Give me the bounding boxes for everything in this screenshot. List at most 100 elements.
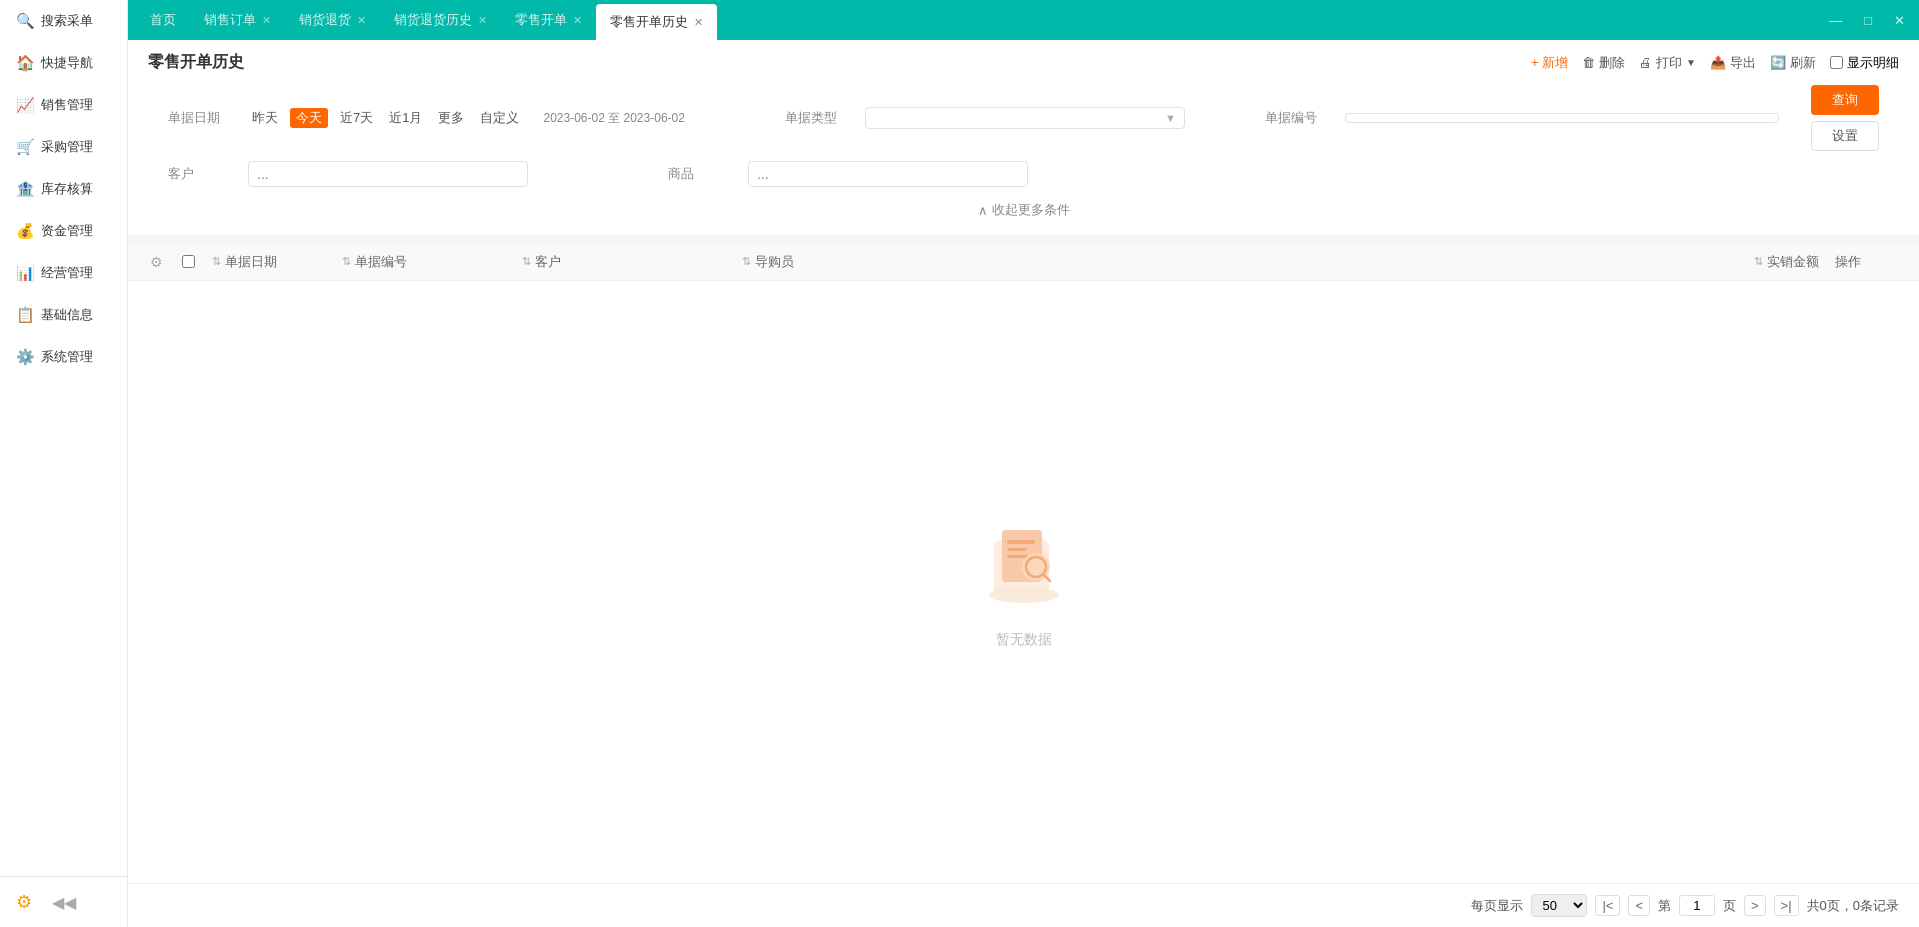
window-maximize[interactable]: □: [1858, 13, 1878, 28]
sidebar-item-sys-mgmt[interactable]: ⚙️ 系统管理: [0, 336, 127, 378]
date-opt-custom[interactable]: 自定义: [476, 108, 523, 128]
basic-info-icon: 📋: [16, 306, 35, 324]
page-title-row: 零售开单历史 + 新增 🗑 删除 🖨 打印 ▼ 📤 导出: [148, 52, 1899, 73]
tab-retail-open-hist-label: 零售开单历史: [610, 13, 688, 31]
tab-sales-return-close[interactable]: ✕: [357, 14, 366, 27]
inventory-icon: 🏦: [16, 180, 35, 198]
tab-sales-order-close[interactable]: ✕: [262, 14, 271, 27]
sys-icon: ⚙️: [16, 348, 35, 366]
select-all-checkbox-cell[interactable]: [172, 255, 204, 268]
filter-area: 单据日期 昨天 今天 近7天 近1月 更多 自定义 2023-06-02 至 2…: [148, 85, 1899, 235]
settings-button[interactable]: 设置: [1811, 121, 1879, 151]
th-guide[interactable]: ⇅ 导购员: [734, 253, 884, 271]
refresh-button[interactable]: 🔄 刷新: [1770, 54, 1816, 72]
collapse-icon[interactable]: ◀◀: [52, 893, 76, 912]
page-label: 第: [1658, 897, 1671, 915]
window-minimize[interactable]: —: [1823, 13, 1848, 28]
tab-sales-return-hist[interactable]: 销货退货历史 ✕: [380, 0, 501, 40]
sidebar-item-quick-nav[interactable]: 🏠 快捷导航: [0, 42, 127, 84]
sidebar-search-label: 搜索采单: [41, 12, 93, 30]
doc-num-input[interactable]: [1345, 113, 1779, 123]
select-all-checkbox[interactable]: [182, 255, 195, 268]
collapse-label: 收起更多条件: [992, 201, 1070, 219]
refresh-icon: 🔄: [1770, 55, 1786, 70]
sidebar-item-label: 系统管理: [41, 348, 93, 366]
date-opt-today[interactable]: 今天: [290, 108, 328, 128]
sort-icon-num: ⇅: [342, 255, 351, 268]
sidebar-item-inventory[interactable]: 🏦 库存核算: [0, 168, 127, 210]
tab-sales-order-label: 销售订单: [204, 11, 256, 29]
customer-input[interactable]: ...: [248, 161, 528, 187]
tab-retail-open-close[interactable]: ✕: [573, 14, 582, 27]
tab-home[interactable]: 首页: [136, 0, 190, 40]
tab-retail-open-hist-close[interactable]: ✕: [694, 16, 703, 29]
window-close[interactable]: ✕: [1888, 13, 1911, 28]
th-op-label: 操作: [1835, 253, 1861, 271]
print-label: 打印: [1656, 54, 1682, 72]
per-page-select[interactable]: 50 100 200: [1531, 894, 1587, 917]
table-settings[interactable]: ⚙: [140, 254, 172, 270]
svg-rect-4: [1007, 548, 1027, 551]
display-detail-checkbox[interactable]: [1830, 56, 1843, 69]
tab-retail-open[interactable]: 零售开单 ✕: [501, 0, 596, 40]
sidebar-item-purchase-mgmt[interactable]: 🛒 采购管理: [0, 126, 127, 168]
sidebar-item-sales-mgmt[interactable]: 📈 销售管理: [0, 84, 127, 126]
export-button[interactable]: 📤 导出: [1710, 54, 1756, 72]
prev-page-btn[interactable]: <: [1628, 895, 1650, 916]
sales-icon: 📈: [16, 96, 35, 114]
tab-retail-open-hist[interactable]: 零售开单历史 ✕: [596, 4, 717, 40]
th-guide-label: 导购员: [755, 253, 794, 271]
tab-sales-return-hist-label: 销货退货历史: [394, 11, 472, 29]
th-amount[interactable]: ⇅ 实销金额: [1707, 253, 1827, 271]
tab-sales-return[interactable]: 销货退货 ✕: [285, 0, 380, 40]
doc-type-select[interactable]: ▼: [865, 107, 1185, 129]
print-button[interactable]: 🖨 打印 ▼: [1639, 54, 1696, 72]
per-page-label: 每页显示: [1471, 897, 1523, 915]
filter-row-2: 客户 ... 商品 ...: [168, 161, 1879, 187]
date-opt-7days[interactable]: 近7天: [336, 108, 377, 128]
sidebar-item-label: 经营管理: [41, 264, 93, 282]
date-opt-1month[interactable]: 近1月: [385, 108, 426, 128]
add-button[interactable]: + 新增: [1531, 54, 1568, 72]
settings-icon[interactable]: ⚙: [16, 891, 32, 913]
tab-sales-return-hist-close[interactable]: ✕: [478, 14, 487, 27]
th-amount-label: 实销金额: [1767, 253, 1819, 271]
sidebar-item-finance[interactable]: 💰 资金管理: [0, 210, 127, 252]
export-label: 导出: [1730, 54, 1756, 72]
home-icon: 🏠: [16, 54, 35, 72]
tab-home-label: 首页: [150, 11, 176, 29]
page-input[interactable]: [1679, 895, 1715, 916]
th-date[interactable]: ⇅ 单据日期: [204, 253, 334, 271]
export-icon: 📤: [1710, 55, 1726, 70]
total-text: 共0页，0条记录: [1807, 897, 1899, 915]
first-page-btn[interactable]: |<: [1595, 895, 1620, 916]
sort-icon-amount: ⇅: [1754, 255, 1763, 268]
svg-rect-3: [1007, 540, 1035, 544]
query-button[interactable]: 查询: [1811, 85, 1879, 115]
collapse-row[interactable]: ∧ 收起更多条件: [168, 197, 1879, 225]
date-opt-more[interactable]: 更多: [434, 108, 468, 128]
page-title: 零售开单历史: [148, 52, 244, 73]
display-detail-toggle[interactable]: 显示明细: [1830, 54, 1899, 72]
th-num[interactable]: ⇅ 单据编号: [334, 253, 514, 271]
tab-bar: 首页 销售订单 ✕ 销货退货 ✕ 销货退货历史 ✕ 零售开单 ✕ 零售开单历史 …: [128, 0, 1919, 40]
filter-row-1: 单据日期 昨天 今天 近7天 近1月 更多 自定义 2023-06-02 至 2…: [168, 85, 1879, 151]
th-date-label: 单据日期: [225, 253, 277, 271]
sidebar-item-basic-info[interactable]: 📋 基础信息: [0, 294, 127, 336]
sidebar-search[interactable]: 🔍 搜索采单: [0, 0, 127, 42]
goods-input[interactable]: ...: [748, 161, 1028, 187]
date-label: 单据日期: [168, 109, 228, 127]
sidebar-item-operation[interactable]: 📊 经营管理: [0, 252, 127, 294]
date-options: 昨天 今天 近7天 近1月 更多 自定义: [248, 108, 523, 128]
doc-type-label: 单据类型: [785, 109, 845, 127]
next-page-btn[interactable]: >: [1744, 895, 1766, 916]
th-op: 操作: [1827, 253, 1907, 271]
date-opt-yesterday[interactable]: 昨天: [248, 108, 282, 128]
last-page-btn[interactable]: >|: [1774, 895, 1799, 916]
operation-icon: 📊: [16, 264, 35, 282]
delete-button[interactable]: 🗑 删除: [1582, 54, 1625, 72]
tab-sales-order[interactable]: 销售订单 ✕: [190, 0, 285, 40]
th-customer[interactable]: ⇅ 客户: [514, 253, 734, 271]
empty-text: 暂无数据: [996, 631, 1052, 649]
delete-icon: 🗑: [1582, 55, 1595, 70]
